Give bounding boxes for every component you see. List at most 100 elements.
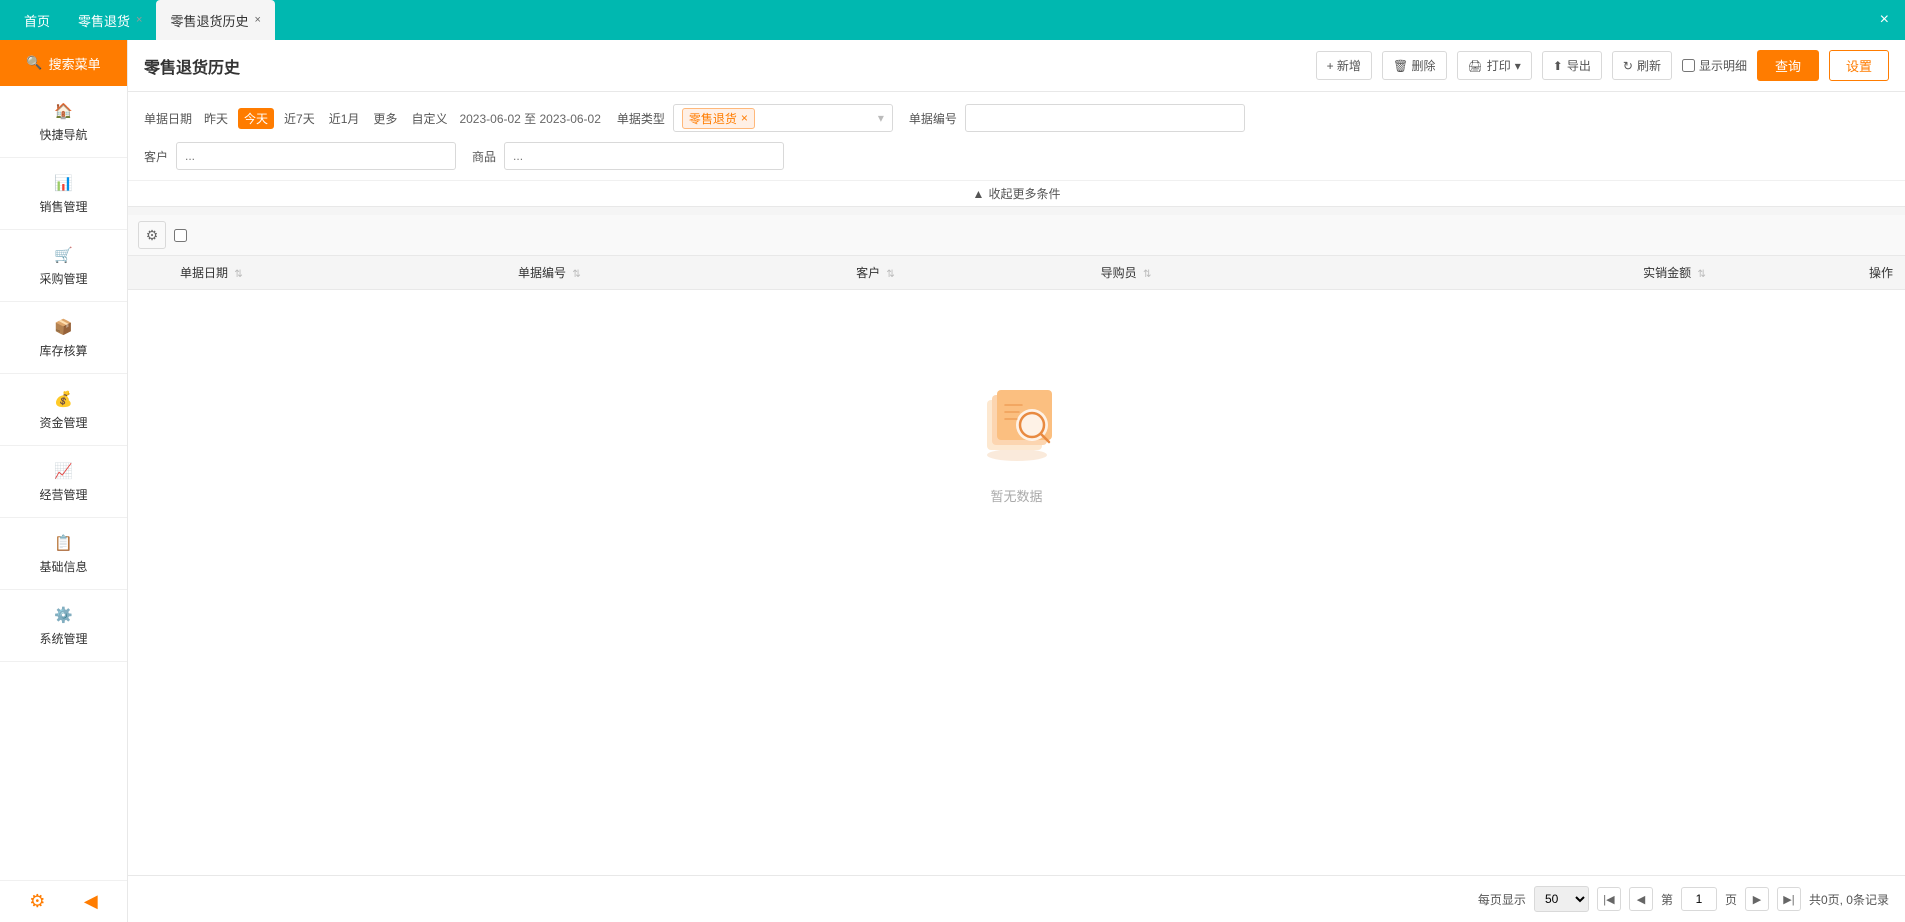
voucher-filter-label: 单据编号 xyxy=(909,110,957,127)
filter-area: 单据日期 昨天 今天 近7天 近1月 更多 自定义 2023-06-02 至 2… xyxy=(128,92,1905,207)
type-tag-text: 零售退货 xyxy=(689,110,737,127)
type-tag-close[interactable]: × xyxy=(741,111,748,125)
th-date-label: 单据日期 xyxy=(180,266,228,280)
page-goto-label: 第 xyxy=(1661,891,1673,908)
current-page-input[interactable] xyxy=(1681,887,1717,911)
page-header: 零售退货历史 + 新增 🗑 删除 🖨 打印 ▾ ⬆ 导出 ↻ 刷新 xyxy=(128,40,1905,92)
content-area: 零售退货历史 + 新增 🗑 删除 🖨 打印 ▾ ⬆ 导出 ↻ 刷新 xyxy=(128,40,1905,922)
date-filter-group: 单据日期 昨天 今天 近7天 近1月 更多 自定义 2023-06-02 至 2… xyxy=(144,108,601,129)
tab-retail-return-history[interactable]: 零售退货历史 × xyxy=(156,0,274,40)
query-button[interactable]: 查询 xyxy=(1757,50,1819,81)
th-select xyxy=(128,256,168,290)
sidebar-bottom: ⚙ ◀ xyxy=(0,880,127,922)
sidebar-item-basic-info[interactable]: 📋 基础信息 xyxy=(0,518,127,590)
tab-retail-return-label: 零售退货 xyxy=(78,11,130,30)
date-option-custom[interactable]: 自定义 xyxy=(407,108,451,129)
collapse-sidebar-icon[interactable]: ◀ xyxy=(84,891,98,912)
table-header: 单据日期 ⇅ 单据编号 ⇅ 客户 ⇅ 导购员 ⇅ xyxy=(128,256,1905,290)
date-option-more[interactable]: 更多 xyxy=(369,108,401,129)
refresh-label: 刷新 xyxy=(1637,57,1661,74)
customer-input[interactable] xyxy=(176,142,456,170)
goods-filter-label: 商品 xyxy=(472,148,496,165)
th-number[interactable]: 单据编号 ⇅ xyxy=(506,256,844,290)
sidebar-search[interactable]: 🔍 搜索菜单 xyxy=(0,40,127,86)
page-size-select[interactable]: 10 20 50 100 xyxy=(1534,886,1589,912)
th-date-sort: ⇅ xyxy=(234,269,242,280)
tab-retail-return[interactable]: 零售退货 × xyxy=(64,0,156,40)
sidebar-item-sales[interactable]: 📊 销售管理 xyxy=(0,158,127,230)
date-option-yesterday[interactable]: 昨天 xyxy=(200,108,232,129)
last-page-button[interactable]: ▶| xyxy=(1777,887,1801,911)
date-range-display: 2023-06-02 至 2023-06-02 xyxy=(459,110,600,127)
customer-filter-group: 客户 xyxy=(144,142,456,170)
new-button[interactable]: + 新增 xyxy=(1316,51,1372,80)
page-title: 零售退货历史 xyxy=(144,54,240,78)
basic-info-icon: 📋 xyxy=(53,532,75,554)
date-option-7days[interactable]: 近7天 xyxy=(280,108,319,129)
th-number-sort: ⇅ xyxy=(572,269,580,280)
voucher-filter-group: 单据编号 xyxy=(909,104,1245,132)
settings-bottom-icon[interactable]: ⚙ xyxy=(29,891,45,912)
table-container: ⚙ 单据日期 ⇅ 单据编号 ⇅ xyxy=(128,215,1905,875)
show-detail-checkbox[interactable] xyxy=(1682,59,1695,72)
date-option-1month[interactable]: 近1月 xyxy=(325,108,364,129)
th-customer[interactable]: 客户 ⇅ xyxy=(844,256,1089,290)
export-label: 导出 xyxy=(1567,57,1591,74)
sidebar-item-purchase[interactable]: 🛒 采购管理 xyxy=(0,230,127,302)
type-filter-group: 单据类型 零售退货 × ▾ xyxy=(617,104,893,132)
th-guide-sort: ⇅ xyxy=(1143,269,1151,280)
prev-page-button[interactable]: ◀ xyxy=(1629,887,1653,911)
shortcuts-icon: 🏠 xyxy=(53,100,75,122)
customer-filter-label: 客户 xyxy=(144,148,168,165)
print-icon: 🖨 xyxy=(1468,59,1483,73)
refresh-button[interactable]: ↻ 刷新 xyxy=(1612,51,1672,80)
goods-filter-group: 商品 xyxy=(472,142,784,170)
sidebar-item-operations[interactable]: 📈 经营管理 xyxy=(0,446,127,518)
select-all-checkbox[interactable] xyxy=(174,229,187,242)
refresh-icon: ↻ xyxy=(1623,59,1633,73)
empty-icon xyxy=(967,370,1067,470)
close-tab-retail-return[interactable]: × xyxy=(136,14,142,26)
export-icon: ⬆ xyxy=(1553,59,1563,73)
th-guide-label: 导购员 xyxy=(1101,266,1137,280)
table-settings-icon[interactable]: ⚙ xyxy=(138,221,166,249)
show-detail-checkbox-label[interactable]: 显示明细 xyxy=(1682,57,1747,74)
type-select-arrow: ▾ xyxy=(878,111,884,125)
sidebar-item-system[interactable]: ⚙️ 系统管理 xyxy=(0,590,127,662)
delete-button[interactable]: 🗑 删除 xyxy=(1382,51,1447,80)
date-option-today[interactable]: 今天 xyxy=(238,108,274,129)
goods-input[interactable] xyxy=(504,142,784,170)
th-guide[interactable]: 导购员 ⇅ xyxy=(1089,256,1380,290)
pagination: 每页显示 10 20 50 100 |◀ ◀ 第 页 ▶ ▶| 共0页, 0条记… xyxy=(128,875,1905,922)
sidebar-item-operations-label: 经营管理 xyxy=(39,486,87,503)
print-button[interactable]: 🖨 打印 ▾ xyxy=(1457,51,1532,80)
sidebar-item-shortcuts[interactable]: 🏠 快捷导航 xyxy=(0,86,127,158)
empty-text: 暂无数据 xyxy=(990,486,1042,505)
sidebar-search-label: 搜索菜单 xyxy=(49,54,101,73)
export-button[interactable]: ⬆ 导出 xyxy=(1542,51,1602,80)
total-text: 共0页, 0条记录 xyxy=(1809,891,1889,908)
sidebar-item-finance[interactable]: 💰 资金管理 xyxy=(0,374,127,446)
th-customer-label: 客户 xyxy=(856,266,880,280)
type-tag: 零售退货 × xyxy=(682,108,755,129)
close-tab-retail-return-history[interactable]: × xyxy=(254,14,260,26)
settings-button[interactable]: 设置 xyxy=(1829,50,1889,81)
tab-home[interactable]: 首页 xyxy=(10,0,64,40)
sidebar-item-inventory[interactable]: 📦 库存核算 xyxy=(0,302,127,374)
th-amount-label: 实销金额 xyxy=(1643,266,1691,280)
sidebar: 🔍 搜索菜单 🏠 快捷导航 📊 销售管理 🛒 采购管理 📦 库存核算 💰 资金管… xyxy=(0,40,128,922)
sidebar-item-basic-info-label: 基础信息 xyxy=(39,558,87,575)
main-layout: 🔍 搜索菜单 🏠 快捷导航 📊 销售管理 🛒 采购管理 📦 库存核算 💰 资金管… xyxy=(0,40,1905,922)
voucher-input[interactable] xyxy=(965,104,1245,132)
page-unit-label: 页 xyxy=(1725,891,1737,908)
th-date[interactable]: 单据日期 ⇅ xyxy=(168,256,506,290)
th-amount[interactable]: 实销金额 ⇅ xyxy=(1380,256,1718,290)
next-page-button[interactable]: ▶ xyxy=(1745,887,1769,911)
sidebar-item-sales-label: 销售管理 xyxy=(39,198,87,215)
type-filter-select[interactable]: 零售退货 × ▾ xyxy=(673,104,893,132)
collapse-button[interactable]: ▲ 收起更多条件 xyxy=(128,180,1905,206)
first-page-button[interactable]: |◀ xyxy=(1597,887,1621,911)
window-close-icon[interactable]: × xyxy=(1880,11,1889,29)
print-label: 打印 xyxy=(1487,57,1511,74)
data-table: 单据日期 ⇅ 单据编号 ⇅ 客户 ⇅ 导购员 ⇅ xyxy=(128,256,1905,290)
